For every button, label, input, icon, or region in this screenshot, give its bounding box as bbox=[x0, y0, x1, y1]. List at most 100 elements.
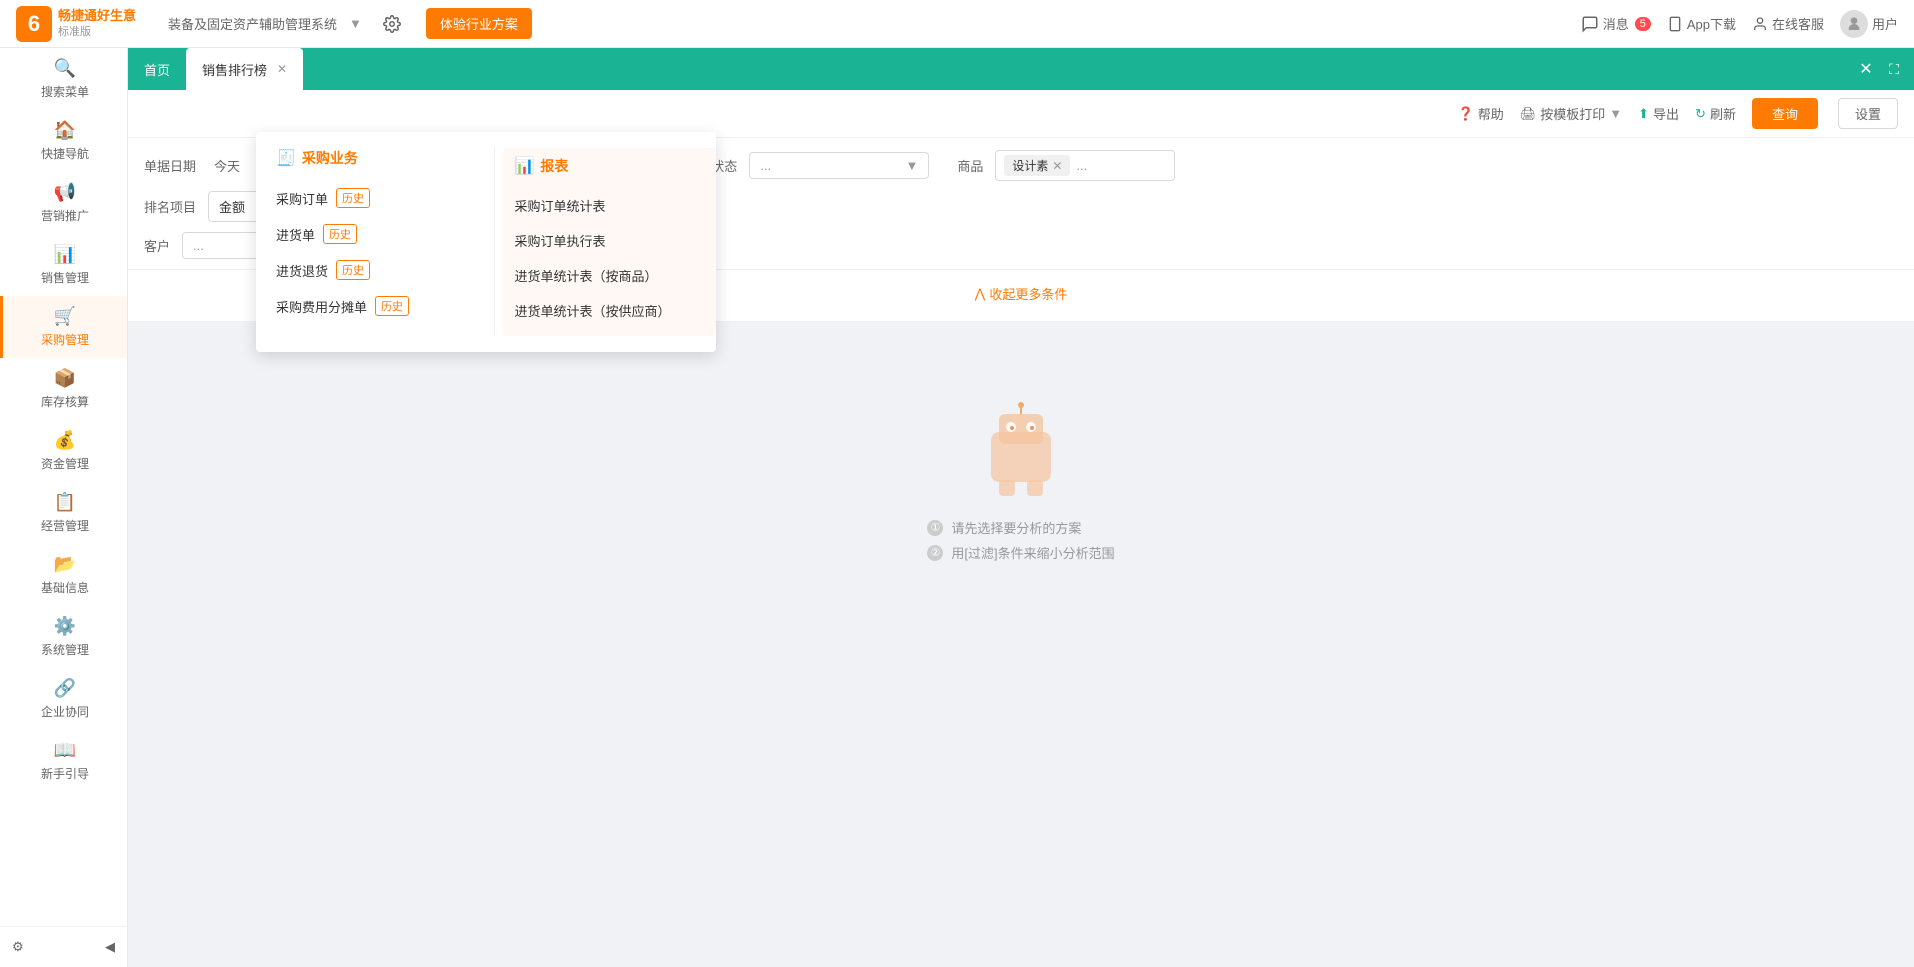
print-icon: 🖨 bbox=[1520, 106, 1537, 122]
sidebar-item-basic-label: 基础信息 bbox=[41, 579, 89, 596]
sidebar-item-quick[interactable]: 🏠 快捷导航 bbox=[0, 110, 127, 172]
logo-area: 6 畅捷通好生意 标准版 bbox=[16, 6, 136, 42]
query-button[interactable]: 查询 bbox=[1752, 98, 1818, 129]
report-section-title: 📊 报表 bbox=[511, 156, 709, 176]
tab-close-icon[interactable]: ✕ bbox=[277, 62, 287, 76]
tab-window-maximize[interactable]: ⛶ bbox=[1882, 57, 1906, 81]
top-bar-left: 6 畅捷通好生意 标准版 装备及固定资产辅助管理系统 ▼ 体验行业方案 bbox=[16, 6, 532, 42]
goods-tag: 设计素 ✕ bbox=[1004, 155, 1070, 176]
sidebar-item-basic[interactable]: 📂 基础信息 bbox=[0, 544, 127, 606]
menu-item-inbound[interactable]: 进货单 历史 bbox=[272, 216, 470, 252]
settings-icon[interactable] bbox=[378, 10, 406, 38]
empty-illustration bbox=[961, 402, 1081, 502]
help-button[interactable]: ❓ 帮助 bbox=[1458, 104, 1504, 123]
app-container: 6 畅捷通好生意 标准版 装备及固定资产辅助管理系统 ▼ 体验行业方案 消息 5 bbox=[0, 0, 1914, 967]
sidebar-collapse-icon[interactable]: ◀ bbox=[105, 939, 115, 955]
status-arrow-icon: ▼ bbox=[905, 158, 918, 173]
print-label: 按模板打印 bbox=[1540, 104, 1605, 123]
hint2-dot: ② bbox=[927, 545, 943, 561]
top-bar: 6 畅捷通好生意 标准版 装备及固定资产辅助管理系统 ▼ 体验行业方案 消息 5 bbox=[0, 0, 1914, 48]
goods-label: 商品 bbox=[957, 156, 983, 175]
menu-item-cost-alloc[interactable]: 采购费用分摊单 历史 bbox=[272, 288, 470, 324]
purchase-menu-section: 🧾 采购业务 采购订单 历史 进货单 历史 进货退货 bbox=[256, 148, 486, 336]
sales-icon: 📊 bbox=[54, 244, 76, 265]
refresh-icon: ↻ bbox=[1695, 106, 1706, 122]
tab-window-close[interactable]: ✕ bbox=[1854, 57, 1878, 81]
collapse-label: 收起更多条件 bbox=[989, 284, 1067, 303]
sidebar-settings-icon[interactable]: ⚙ bbox=[12, 939, 24, 955]
empty-hint-2: ② 用[过滤]条件来缩小分析范围 bbox=[927, 543, 1114, 562]
print-button[interactable]: 🖨 按模板打印 ▼ bbox=[1520, 104, 1622, 123]
sidebar-item-operation-label: 经营管理 bbox=[41, 517, 89, 534]
sidebar-item-marketing[interactable]: 📢 营销推广 bbox=[0, 172, 127, 234]
customer-placeholder: ... bbox=[193, 238, 204, 253]
sidebar-item-operation[interactable]: 📋 经营管理 bbox=[0, 482, 127, 544]
date-today[interactable]: 今天 bbox=[208, 154, 246, 178]
menu-item-purchase-order[interactable]: 采购订单 历史 bbox=[272, 180, 470, 216]
system-title: 装备及固定资产辅助管理系统 bbox=[168, 14, 337, 33]
sidebar-item-sales[interactable]: 📊 销售管理 bbox=[0, 234, 127, 296]
operation-icon: 📋 bbox=[54, 492, 76, 513]
menu-item-return[interactable]: 进货退货 历史 bbox=[272, 252, 470, 288]
purchase-order-stats-label: 采购订单统计表 bbox=[515, 196, 606, 215]
main-area: 🔍 搜索菜单 🏠 快捷导航 📢 营销推广 📊 销售管理 🛒 采购管理 📦 bbox=[0, 48, 1914, 967]
menu-item-inbound-stats-goods[interactable]: 进货单统计表（按商品） bbox=[511, 258, 709, 293]
sidebar-item-system[interactable]: ⚙️ 系统管理 bbox=[0, 606, 127, 668]
customer-label: 客户 bbox=[144, 236, 170, 255]
sidebar-item-search-label: 搜索菜单 bbox=[41, 83, 89, 100]
goods-field[interactable]: 设计素 ✕ ... bbox=[995, 150, 1175, 181]
sidebar-item-system-label: 系统管理 bbox=[41, 641, 89, 658]
message-label: 消息 bbox=[1603, 14, 1629, 33]
app-download-button[interactable]: App下载 bbox=[1667, 14, 1736, 33]
export-button[interactable]: ⬆ 导出 bbox=[1638, 104, 1679, 123]
industry-button[interactable]: 体验行业方案 bbox=[426, 8, 532, 39]
sidebar: 🔍 搜索菜单 🏠 快捷导航 📢 营销推广 📊 销售管理 🛒 采购管理 📦 bbox=[0, 48, 128, 967]
tab-sales-rank[interactable]: 销售排行榜 ✕ bbox=[186, 48, 303, 90]
empty-hints: ① 请先选择要分析的方案 ② 用[过滤]条件来缩小分析范围 bbox=[927, 518, 1114, 562]
sidebar-item-inventory-label: 库存核算 bbox=[41, 393, 89, 410]
capital-icon: 💰 bbox=[54, 430, 76, 451]
menu-item-inbound-stats-supplier[interactable]: 进货单统计表（按供应商） bbox=[511, 293, 709, 328]
sidebar-item-inventory[interactable]: 📦 库存核算 bbox=[0, 358, 127, 420]
purchase-icon: 🛒 bbox=[54, 306, 76, 327]
settings-button[interactable]: 设置 bbox=[1838, 98, 1898, 129]
purchase-section-label: 采购业务 bbox=[302, 148, 358, 168]
export-label: 导出 bbox=[1653, 104, 1679, 123]
main-content: ❓ 帮助 🖨 按模板打印 ▼ ⬆ 导出 ↻ 刷新 bbox=[128, 90, 1914, 967]
status-placeholder: ... bbox=[760, 158, 771, 173]
message-button[interactable]: 消息 5 bbox=[1581, 14, 1651, 33]
sidebar-item-sales-label: 销售管理 bbox=[41, 269, 89, 286]
collapse-button[interactable]: ⋀ 收起更多条件 bbox=[959, 278, 1084, 309]
empty-hint2-text: 用[过滤]条件来缩小分析范围 bbox=[951, 543, 1114, 562]
status-select[interactable]: ... ▼ bbox=[749, 152, 929, 179]
online-service-button[interactable]: 在线客服 bbox=[1752, 14, 1824, 33]
sidebar-item-purchase[interactable]: 🛒 采购管理 bbox=[0, 296, 127, 358]
empty-hint1-text: 请先选择要分析的方案 bbox=[951, 518, 1081, 537]
refresh-button[interactable]: ↻ 刷新 bbox=[1695, 104, 1736, 123]
sidebar-item-newbie[interactable]: 📖 新手引导 bbox=[0, 730, 127, 792]
brand-version: 标准版 bbox=[58, 25, 136, 39]
goods-tag-label: 设计素 bbox=[1012, 157, 1048, 174]
goods-more: ... bbox=[1076, 158, 1087, 173]
menu-item-purchase-order-exec[interactable]: 采购订单执行表 bbox=[511, 223, 709, 258]
search-icon: 🔍 bbox=[54, 58, 76, 79]
basic-icon: 📂 bbox=[54, 554, 76, 575]
top-bar-right: 消息 5 App下载 在线客服 用户 bbox=[1581, 10, 1898, 38]
goods-tag-remove[interactable]: ✕ bbox=[1052, 159, 1062, 173]
logo-text: 畅捷通好生意 标准版 bbox=[58, 8, 136, 39]
tab-home[interactable]: 首页 bbox=[128, 48, 186, 90]
menu-item-purchase-order-stats[interactable]: 采购订单统计表 bbox=[511, 188, 709, 223]
system-title-arrow: ▼ bbox=[349, 16, 362, 31]
purchase-section-icon: 🧾 bbox=[276, 148, 296, 168]
sidebar-item-search[interactable]: 🔍 搜索菜单 bbox=[0, 48, 127, 110]
user-avatar bbox=[1840, 10, 1868, 38]
brand-name: 畅捷通好生意 bbox=[58, 8, 136, 25]
purchase-order-history-tag: 历史 bbox=[336, 188, 370, 208]
enterprise-icon: 🔗 bbox=[54, 678, 76, 699]
dropdown-menu: 🧾 采购业务 采购订单 历史 进货单 历史 进货退货 bbox=[256, 132, 716, 352]
app-download-label: App下载 bbox=[1687, 14, 1736, 33]
sidebar-item-capital[interactable]: 💰 资金管理 bbox=[0, 420, 127, 482]
sidebar-item-enterprise[interactable]: 🔗 企业协同 bbox=[0, 668, 127, 730]
purchase-order-exec-label: 采购订单执行表 bbox=[515, 231, 606, 250]
user-button[interactable]: 用户 bbox=[1840, 10, 1898, 38]
